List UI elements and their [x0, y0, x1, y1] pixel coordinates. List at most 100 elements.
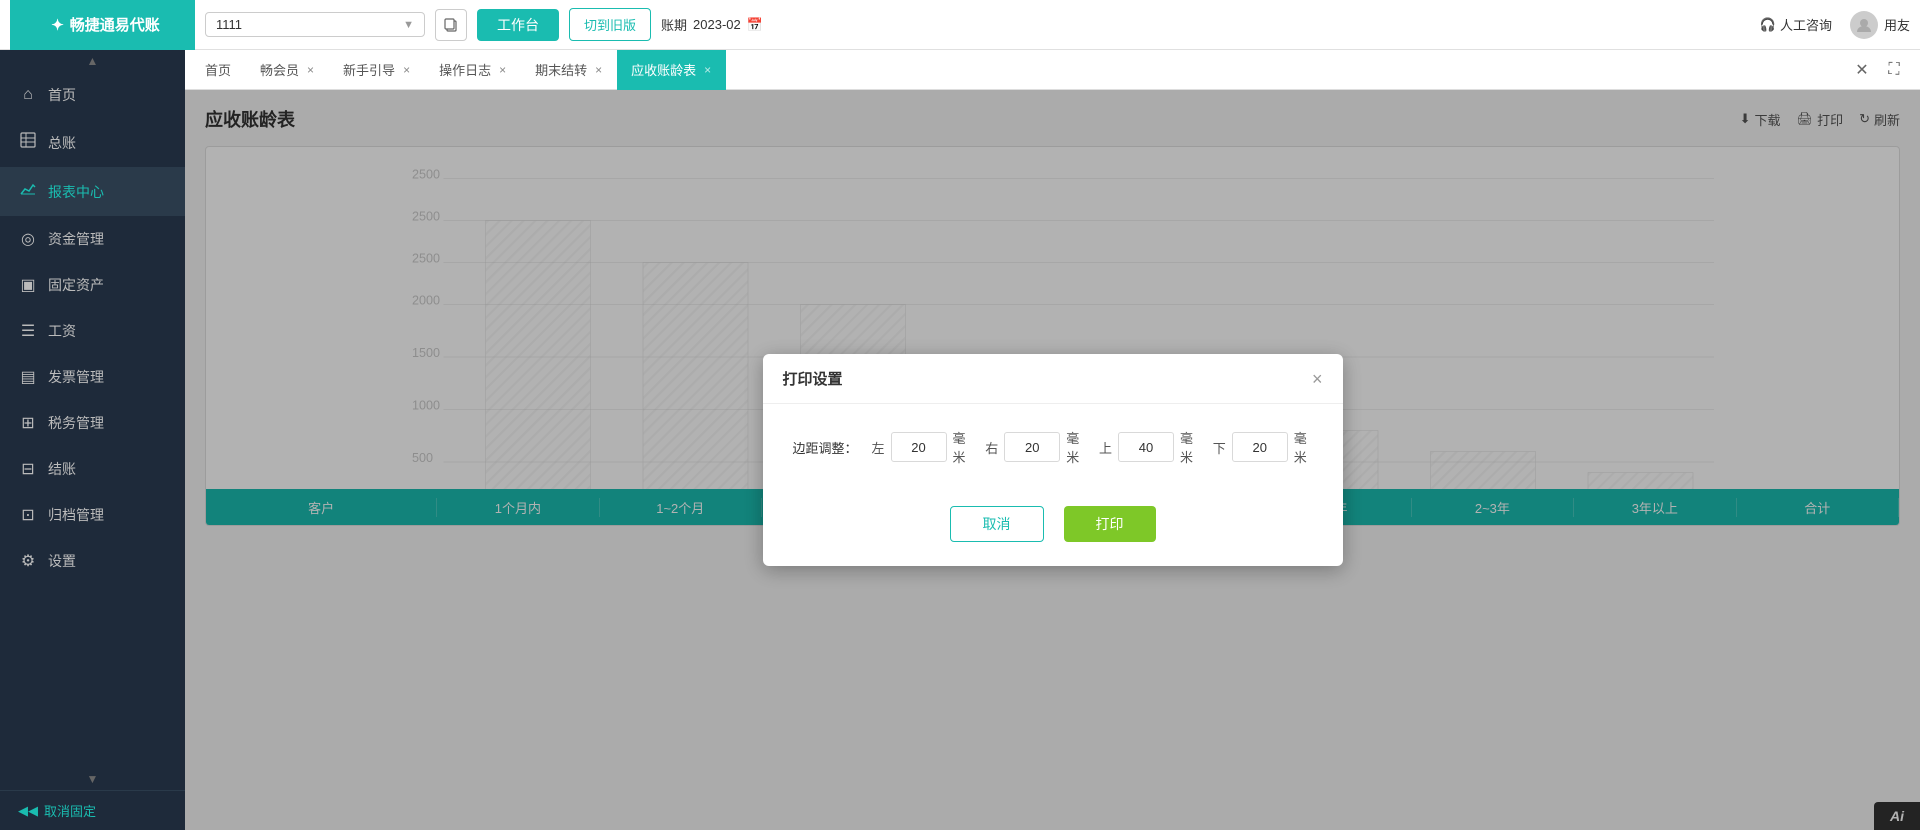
tab-period-end[interactable]: 期末结转 ×	[521, 50, 617, 90]
period-area: 账期 2023-02 📅	[661, 15, 763, 34]
page-content: 应收账龄表 ⬇ 下载 🖨 打印 ↻ 刷新	[185, 90, 1920, 830]
tax-icon: ⊞	[18, 413, 38, 433]
sidebar-item-label: 设置	[48, 551, 76, 571]
cancel-button[interactable]: 取消	[950, 506, 1044, 542]
sidebar-item-label: 固定资产	[48, 275, 104, 295]
print-confirm-button[interactable]: 打印	[1064, 506, 1156, 542]
logo-text: 畅捷通易代账	[70, 14, 160, 35]
calendar-icon[interactable]: 📅	[747, 17, 763, 33]
sidebar-item-checkout[interactable]: ⊟ 结账	[0, 446, 185, 492]
report-icon	[18, 180, 38, 203]
period-value: 2023-02	[693, 17, 741, 32]
consult-label: 人工咨询	[1780, 15, 1832, 34]
report-svg	[19, 180, 37, 198]
sidebar-item-tax-management[interactable]: ⊞ 税务管理	[0, 400, 185, 446]
margin-row: 边距调整： 左 毫米 右 毫米	[793, 428, 1313, 466]
fixed-assets-icon: ▣	[18, 275, 38, 295]
right-direction-label: 右	[985, 438, 998, 457]
bottom-unit-label: 毫米	[1294, 428, 1313, 466]
right-unit-label: 毫米	[1066, 428, 1085, 466]
margin-right-input[interactable]	[1004, 432, 1060, 462]
archive-icon: ⊡	[18, 505, 38, 525]
sidebar: ▲ ⌂ 首页 总账	[0, 50, 185, 830]
sidebar-item-fund-management[interactable]: ◎ 资金管理	[0, 216, 185, 262]
sidebar-item-label: 总账	[48, 133, 76, 153]
avatar	[1850, 11, 1878, 39]
scroll-down-arrow[interactable]: ▼	[0, 768, 185, 790]
sidebar-item-label: 首页	[48, 85, 76, 105]
tab-label: 首页	[205, 60, 231, 79]
sidebar-item-label: 资金管理	[48, 229, 104, 249]
sidebar-item-settings[interactable]: ⚙ 设置	[0, 538, 185, 584]
tab-member[interactable]: 畅会员 ×	[246, 50, 329, 90]
ledger-svg	[19, 131, 37, 149]
sidebar-item-payroll[interactable]: ☰ 工资	[0, 308, 185, 354]
tab-close-icon[interactable]: ×	[499, 63, 506, 77]
scroll-up-arrow[interactable]: ▲	[0, 50, 185, 72]
sidebar-item-fixed-assets[interactable]: ▣ 固定资产	[0, 262, 185, 308]
switch-version-button[interactable]: 切到旧版	[569, 8, 651, 41]
left-direction-label: 左	[872, 438, 885, 457]
tab-label: 操作日志	[439, 60, 491, 79]
tab-operation-log[interactable]: 操作日志 ×	[425, 50, 521, 90]
chevron-down-icon: ▼	[403, 19, 414, 31]
payroll-icon: ☰	[18, 321, 38, 341]
close-window-button[interactable]: ✕	[1850, 58, 1874, 82]
logo-icon: ✦	[51, 16, 64, 34]
content-area: 首页 畅会员 × 新手引导 × 操作日志 × 期末结转 × 应收账龄表 ×	[185, 50, 1920, 830]
tab-label: 畅会员	[260, 60, 299, 79]
sidebar-item-label: 税务管理	[48, 413, 104, 433]
workbench-button[interactable]: 工作台	[477, 9, 559, 41]
top-right: 🎧 人工咨询 用友	[1760, 11, 1910, 39]
consult-button[interactable]: 🎧 人工咨询	[1760, 15, 1832, 34]
company-name: 1111	[216, 17, 395, 32]
margin-left-input[interactable]	[891, 432, 947, 462]
copy-button[interactable]	[435, 9, 467, 41]
pin-icon: ◀◀	[18, 803, 38, 819]
checkout-icon: ⊟	[18, 459, 38, 479]
sidebar-item-home[interactable]: ⌂ 首页	[0, 72, 185, 118]
margin-bottom-input[interactable]	[1232, 432, 1288, 462]
sidebar-item-report-center[interactable]: 报表中心	[0, 167, 185, 216]
sidebar-item-general-ledger[interactable]: 总账	[0, 118, 185, 167]
collapse-label: 取消固定	[44, 801, 96, 820]
tab-label: 应收账龄表	[631, 60, 696, 79]
margin-bottom-group: 下 毫米	[1213, 428, 1313, 466]
sidebar-item-label: 发票管理	[48, 367, 104, 387]
left-unit-label: 毫米	[953, 428, 972, 466]
margin-right-group: 右 毫米	[985, 428, 1085, 466]
margin-adjustment-label: 边距调整：	[793, 438, 858, 457]
sidebar-item-label: 归档管理	[48, 505, 104, 525]
dialog-header: 打印设置 ×	[763, 354, 1343, 404]
sidebar-item-invoice-management[interactable]: ▤ 发票管理	[0, 354, 185, 400]
margin-top-input[interactable]	[1118, 432, 1174, 462]
tab-close-icon[interactable]: ×	[704, 63, 711, 77]
top-unit-label: 毫米	[1180, 428, 1199, 466]
settings-icon: ⚙	[18, 551, 38, 571]
tab-close-icon[interactable]: ×	[595, 63, 602, 77]
sidebar-item-label: 结账	[48, 459, 76, 479]
dialog-title: 打印设置	[783, 368, 843, 389]
print-settings-dialog: 打印设置 × 边距调整： 左 毫米 右	[763, 354, 1343, 566]
tab-close-icon[interactable]: ×	[307, 63, 314, 77]
tab-guide[interactable]: 新手引导 ×	[329, 50, 425, 90]
sidebar-item-label: 工资	[48, 321, 76, 341]
maximize-window-button[interactable]: ⛶	[1882, 58, 1906, 82]
username-label: 用友	[1884, 15, 1910, 34]
tab-home[interactable]: 首页	[191, 50, 246, 90]
user-area[interactable]: 用友	[1850, 11, 1910, 39]
collapse-sidebar-button[interactable]: ◀◀ 取消固定	[0, 790, 185, 830]
tab-window-buttons: ✕ ⛶	[1842, 58, 1914, 82]
period-label: 账期	[661, 15, 687, 34]
sidebar-item-archive-management[interactable]: ⊡ 归档管理	[0, 492, 185, 538]
tab-close-icon[interactable]: ×	[403, 63, 410, 77]
dialog-close-button[interactable]: ×	[1312, 370, 1323, 388]
copy-icon	[443, 17, 459, 33]
tab-bar: 首页 畅会员 × 新手引导 × 操作日志 × 期末结转 × 应收账龄表 ×	[185, 50, 1920, 90]
margin-left-group: 左 毫米	[872, 428, 972, 466]
company-selector[interactable]: 1111 ▼	[205, 12, 425, 37]
top-direction-label: 上	[1099, 438, 1112, 457]
invoice-icon: ▤	[18, 367, 38, 387]
headset-icon: 🎧	[1760, 17, 1776, 33]
tab-ar-aging[interactable]: 应收账龄表 ×	[617, 50, 726, 90]
